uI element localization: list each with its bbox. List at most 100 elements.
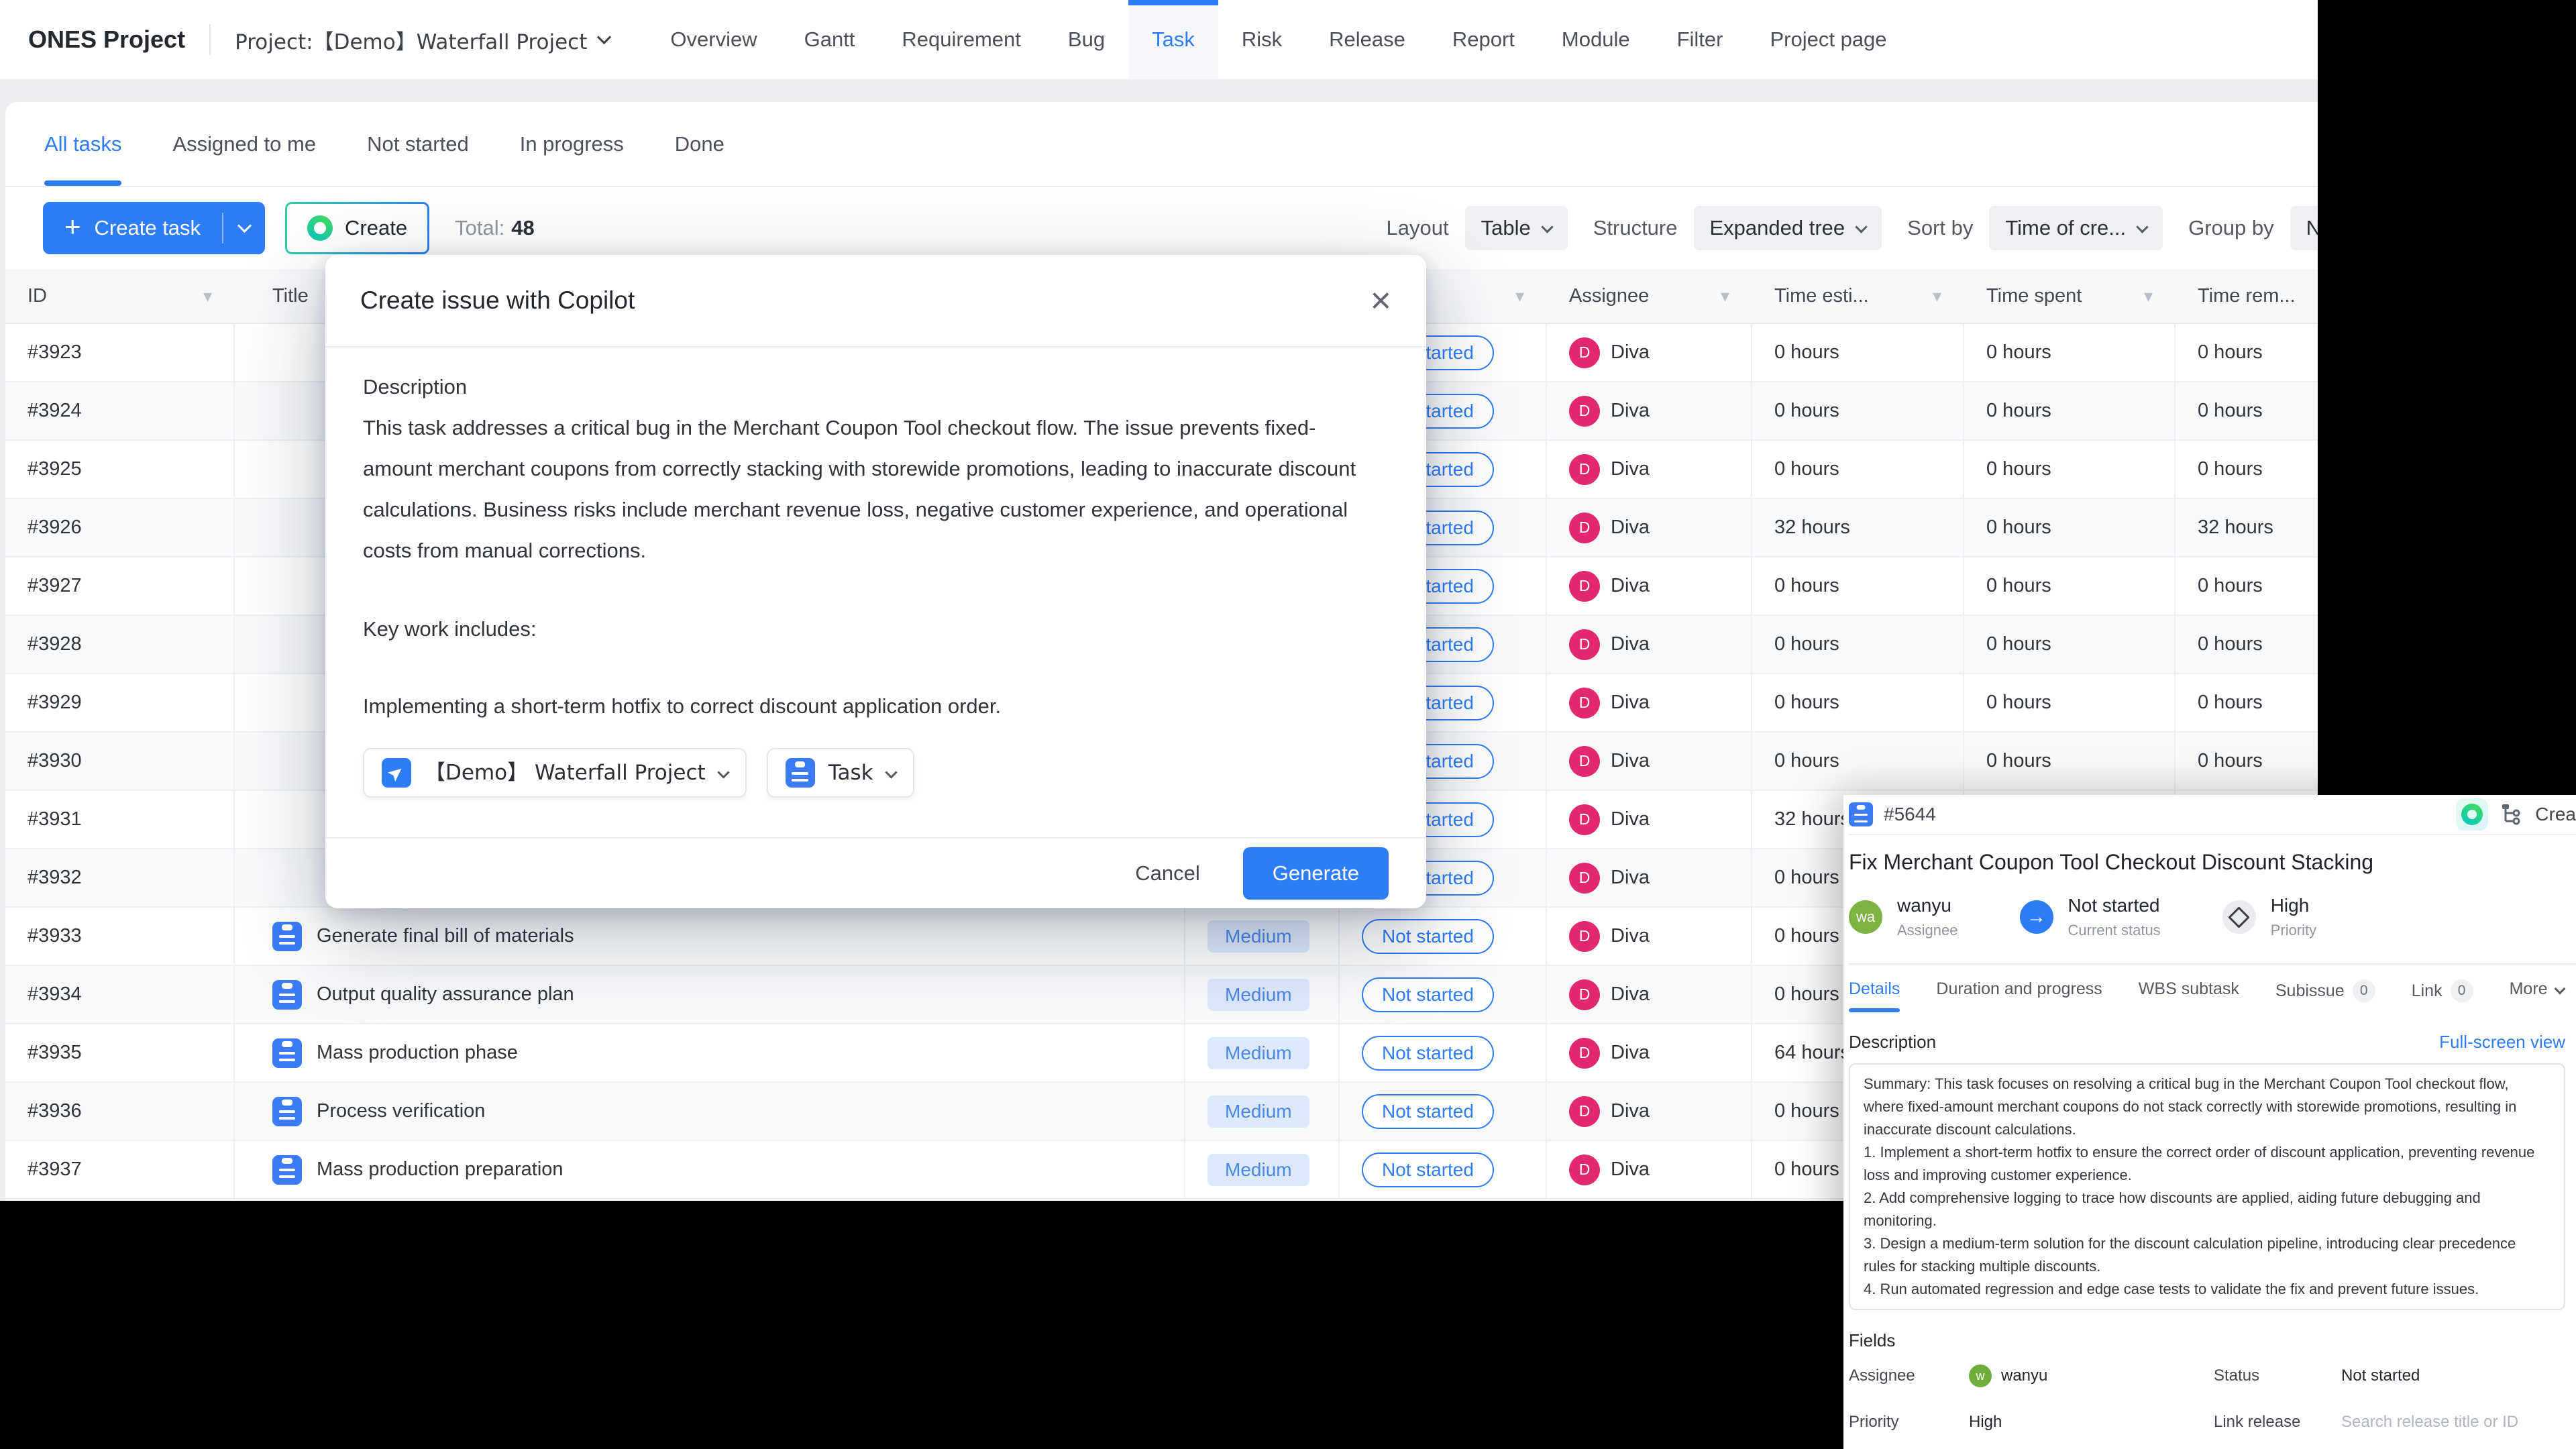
panel-tab-details[interactable]: Details <box>1849 979 1900 1012</box>
cell-assignee: DDiva <box>1547 382 1752 439</box>
status-badge[interactable]: Not started <box>1362 977 1494 1012</box>
cell-title: Mass production phase <box>235 1024 1185 1081</box>
subtab-done[interactable]: Done <box>675 102 724 186</box>
cell-title: Output quality assurance plan <box>235 966 1185 1023</box>
nav-tab-filter[interactable]: Filter <box>1654 0 1747 79</box>
fullscreen-view-link[interactable]: Full-screen view <box>2439 1032 2565 1053</box>
copilot-create-button[interactable]: Create <box>285 202 429 254</box>
description-text[interactable]: Summary: This task focuses on resolving … <box>1849 1063 2565 1310</box>
header-assignee[interactable]: Assignee▾ <box>1547 269 1752 323</box>
nav-tab-requirement[interactable]: Requirement <box>878 0 1044 79</box>
subtab-all-tasks[interactable]: All tasks <box>44 102 121 186</box>
modal-header: Create issue with Copilot × <box>325 255 1426 347</box>
issue-type-chip[interactable]: Task <box>767 748 914 798</box>
header-time-spent[interactable]: Time spent▾ <box>1964 269 2176 323</box>
status-attribute[interactable]: → Not started Current status <box>2020 895 2161 939</box>
priority-badge[interactable]: Medium <box>1208 979 1309 1011</box>
field-assignee-value[interactable]: w wanyu <box>1969 1364 2214 1387</box>
cell-assignee: DDiva <box>1547 674 1752 731</box>
nav-tab-module[interactable]: Module <box>1538 0 1654 79</box>
priority-icon <box>2222 900 2256 934</box>
project-chip[interactable]: 【Demo】 Waterfall Project <box>363 748 747 798</box>
link-release-input[interactable]: Search release title or ID <box>2341 1413 2576 1432</box>
field-priority-value[interactable]: High <box>1969 1413 2214 1432</box>
status-badge[interactable]: Not started <box>1362 1094 1494 1129</box>
avatar: D <box>1569 629 1600 660</box>
tree-structure-icon <box>2500 803 2523 826</box>
sort-icon[interactable]: ▾ <box>1933 286 1941 307</box>
cell-title: Generate final bill of materials <box>235 908 1185 965</box>
panel-tab-wbs-subtask[interactable]: WBS subtask <box>2139 979 2239 1012</box>
avatar: D <box>1569 1096 1600 1127</box>
field-status-value[interactable]: Not started <box>2341 1366 2576 1385</box>
priority-badge[interactable]: Medium <box>1208 1154 1309 1186</box>
create-task-label: Create task <box>95 216 201 240</box>
control-layout[interactable]: Table <box>1465 206 1568 250</box>
sort-icon[interactable]: ▾ <box>203 286 212 307</box>
cell-time-estimated: 0 hours <box>1752 616 1964 673</box>
create-task-button[interactable]: + Create task <box>43 202 265 254</box>
nav-tab-overview[interactable]: Overview <box>647 0 780 79</box>
priority-badge[interactable]: Medium <box>1208 920 1309 953</box>
create-task-dropdown[interactable] <box>223 202 265 254</box>
nav-tab-bug[interactable]: Bug <box>1044 0 1128 79</box>
control-group-by[interactable]: N <box>2290 206 2318 250</box>
panel-tab-more[interactable]: More <box>2510 979 2564 1012</box>
panel-tab-subissue[interactable]: Subissue0 <box>2275 979 2375 1016</box>
sort-icon[interactable]: ▾ <box>1721 286 1729 307</box>
chevron-down-icon <box>2554 983 2565 994</box>
avatar: D <box>1569 746 1600 777</box>
assignee-label: Assignee <box>1897 922 1958 939</box>
panel-tab-link[interactable]: Link0 <box>2412 979 2473 1016</box>
sort-icon[interactable]: ▾ <box>1515 286 1524 307</box>
nav-tab-report[interactable]: Report <box>1429 0 1538 79</box>
cell-assignee: DDiva <box>1547 849 1752 906</box>
subtab-assigned-to-me[interactable]: Assigned to me <box>172 102 316 186</box>
priority-value: High <box>2271 895 2316 916</box>
header-time-esti[interactable]: Time esti...▾ <box>1752 269 1964 323</box>
panel-tab-duration-and-progress[interactable]: Duration and progress <box>1936 979 2102 1012</box>
priority-badge[interactable]: Medium <box>1208 1095 1309 1128</box>
priority-badge[interactable]: Medium <box>1208 1037 1309 1069</box>
count-badge: 0 <box>2451 979 2473 1002</box>
nav-tab-task[interactable]: Task <box>1128 0 1218 79</box>
screenshot-stage: ONES Project Project:【Demo】Waterfall Pro… <box>0 0 2576 1449</box>
cancel-button[interactable]: Cancel <box>1135 861 1200 885</box>
cell-time-spent: 0 hours <box>1964 674 2176 731</box>
cell-id: #3933 <box>5 908 235 965</box>
priority-attribute[interactable]: High Priority <box>2222 895 2316 939</box>
generate-button[interactable]: Generate <box>1243 847 1389 900</box>
sort-icon[interactable]: ▾ <box>2144 286 2153 307</box>
cell-time-spent: 0 hours <box>1964 441 2176 498</box>
field-priority-label: Priority <box>1849 1413 1969 1432</box>
status-badge[interactable]: Not started <box>1362 1152 1494 1187</box>
assignee-attribute[interactable]: wa wanyu Assignee <box>1849 895 1958 939</box>
priority-label: Priority <box>2271 922 2316 939</box>
issue-type-label: Task <box>828 753 873 794</box>
header-time-rem[interactable]: Time rem... <box>2176 269 2318 323</box>
avatar: D <box>1569 1155 1600 1185</box>
control-sort-by[interactable]: Time of cre... <box>1989 206 2163 250</box>
nav-tab-release[interactable]: Release <box>1305 0 1429 79</box>
project-selector[interactable]: Project:【Demo】Waterfall Project <box>235 25 609 55</box>
subtab-not-started[interactable]: Not started <box>367 102 469 186</box>
close-icon[interactable]: × <box>1370 282 1391 319</box>
cell-assignee: DDiva <box>1547 733 1752 790</box>
header-id[interactable]: ID▾ <box>5 269 235 323</box>
avatar: D <box>1569 921 1600 952</box>
create-action-label[interactable]: Crea <box>2535 804 2576 825</box>
status-badge[interactable]: Not started <box>1362 1036 1494 1071</box>
cell-id: #3936 <box>5 1083 235 1140</box>
nav-tab-risk[interactable]: Risk <box>1218 0 1305 79</box>
nav-tab-gantt[interactable]: Gantt <box>781 0 879 79</box>
issue-id: #5644 <box>1884 804 1936 825</box>
status-badge[interactable]: Not started <box>1362 919 1494 954</box>
cell-status: Not started <box>1340 1024 1547 1081</box>
control-structure[interactable]: Expanded tree <box>1694 206 1882 250</box>
modal-body: Description This task addresses a critic… <box>325 347 1426 837</box>
cell-time-remaining: 0 hours <box>2176 733 2318 790</box>
copilot-button[interactable] <box>2456 798 2488 830</box>
control-value: Table <box>1481 216 1531 240</box>
nav-tab-project-page[interactable]: Project page <box>1746 0 1910 79</box>
subtab-in-progress[interactable]: In progress <box>520 102 624 186</box>
